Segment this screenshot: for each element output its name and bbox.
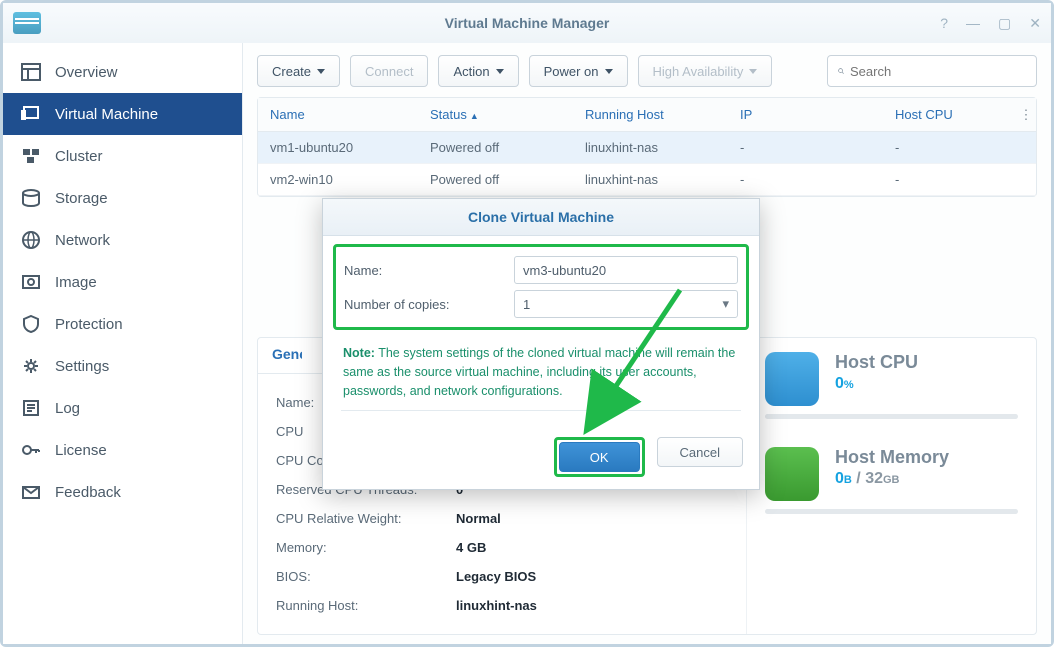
sidebar-item-label: Settings	[55, 358, 109, 375]
sidebar-item-storage[interactable]: Storage	[3, 177, 242, 219]
sidebar-item-label: License	[55, 442, 107, 459]
sidebar-item-label: Cluster	[55, 148, 103, 165]
cluster-icon	[21, 147, 41, 165]
close-icon[interactable]: ✕	[1029, 15, 1041, 32]
chevron-down-icon	[317, 69, 325, 74]
chevron-down-icon	[605, 69, 613, 74]
copies-label: Number of copies:	[344, 297, 514, 312]
search-box[interactable]	[827, 55, 1037, 87]
col-status[interactable]: Status▲	[418, 107, 573, 122]
ok-button[interactable]: OK	[559, 442, 640, 472]
vm-table: Name Status▲ Running Host IP Host CPU ⋮ …	[257, 97, 1037, 197]
sidebar-item-label: Feedback	[55, 484, 121, 501]
app-icon	[13, 12, 41, 34]
sidebar-item-settings[interactable]: Settings	[3, 345, 242, 387]
sidebar-item-protection[interactable]: Protection	[3, 303, 242, 345]
sidebar-item-license[interactable]: License	[3, 429, 242, 471]
titlebar: Virtual Machine Manager ? — ▢ ✕	[3, 3, 1051, 43]
tab-general[interactable]: General	[272, 346, 302, 362]
cpu-bar	[765, 414, 1018, 419]
memory-bar	[765, 509, 1018, 514]
toolbar: Create Connect Action Power on High Avai…	[257, 55, 1037, 87]
overview-icon	[21, 63, 41, 81]
clone-name-input[interactable]	[514, 256, 738, 284]
col-host[interactable]: Running Host	[573, 107, 728, 122]
table-header: Name Status▲ Running Host IP Host CPU ⋮	[258, 98, 1036, 132]
ok-highlight: OK	[554, 437, 645, 477]
highlight-box: Name: Number of copies: 1 ▾	[333, 244, 749, 330]
vm-icon	[21, 105, 41, 123]
sidebar-item-network[interactable]: Network	[3, 219, 242, 261]
maximize-icon[interactable]: ▢	[998, 15, 1011, 32]
storage-icon	[21, 189, 41, 207]
search-input[interactable]	[850, 64, 1026, 79]
clone-vm-dialog: Clone Virtual Machine Name: Number of co…	[322, 198, 760, 490]
table-row[interactable]: vm1-ubuntu20 Powered off linuxhint-nas -…	[258, 132, 1036, 164]
image-icon	[21, 273, 41, 291]
search-icon	[838, 64, 844, 78]
sidebar-item-label: Log	[55, 400, 80, 417]
sidebar-item-cluster[interactable]: Cluster	[3, 135, 242, 177]
key-icon	[21, 441, 41, 459]
col-ip[interactable]: IP	[728, 107, 883, 122]
high-availability-button[interactable]: High Availability	[638, 55, 773, 87]
protection-icon	[21, 315, 41, 333]
chevron-down-icon	[749, 69, 757, 74]
minimize-icon[interactable]: —	[966, 15, 980, 32]
sidebar-item-image[interactable]: Image	[3, 261, 242, 303]
cancel-button[interactable]: Cancel	[657, 437, 743, 467]
name-label: Name:	[344, 263, 514, 278]
power-on-button[interactable]: Power on	[529, 55, 628, 87]
sidebar-item-feedback[interactable]: Feedback	[3, 471, 242, 513]
window-title: Virtual Machine Manager	[3, 15, 1051, 31]
sidebar-item-virtual-machine[interactable]: Virtual Machine	[3, 93, 242, 135]
col-name[interactable]: Name	[258, 107, 418, 122]
host-memory-metric: Host Memory 0B / 32GB	[765, 447, 1018, 514]
chevron-down-icon: ▾	[722, 296, 729, 312]
help-icon[interactable]: ?	[940, 15, 948, 32]
cpu-chip-icon	[765, 352, 819, 406]
sidebar-item-label: Storage	[55, 190, 108, 207]
sidebar-item-label: Network	[55, 232, 110, 249]
dialog-title: Clone Virtual Machine	[323, 199, 759, 236]
mail-icon	[21, 483, 41, 501]
sidebar-item-overview[interactable]: Overview	[3, 51, 242, 93]
sidebar: Overview Virtual Machine Cluster Storage…	[3, 43, 243, 644]
create-button[interactable]: Create	[257, 55, 340, 87]
sort-asc-icon: ▲	[470, 111, 479, 121]
memory-chip-icon	[765, 447, 819, 501]
sidebar-item-label: Image	[55, 274, 97, 291]
action-button[interactable]: Action	[438, 55, 518, 87]
connect-button[interactable]: Connect	[350, 55, 428, 87]
sidebar-item-log[interactable]: Log	[3, 387, 242, 429]
gear-icon	[21, 357, 41, 375]
sidebar-item-label: Protection	[55, 316, 123, 333]
log-icon	[21, 399, 41, 417]
sidebar-item-label: Virtual Machine	[55, 106, 158, 123]
sidebar-item-label: Overview	[55, 64, 118, 81]
col-cpu[interactable]: Host CPU	[883, 107, 1016, 122]
host-cpu-metric: Host CPU 0%	[765, 352, 1018, 419]
dialog-note: Note: The system settings of the cloned …	[341, 338, 741, 411]
copies-select[interactable]: 1 ▾	[514, 290, 738, 318]
table-row[interactable]: vm2-win10 Powered off linuxhint-nas - -	[258, 164, 1036, 196]
table-menu-icon[interactable]: ⋮	[1016, 107, 1036, 123]
network-icon	[21, 231, 41, 249]
chevron-down-icon	[496, 69, 504, 74]
